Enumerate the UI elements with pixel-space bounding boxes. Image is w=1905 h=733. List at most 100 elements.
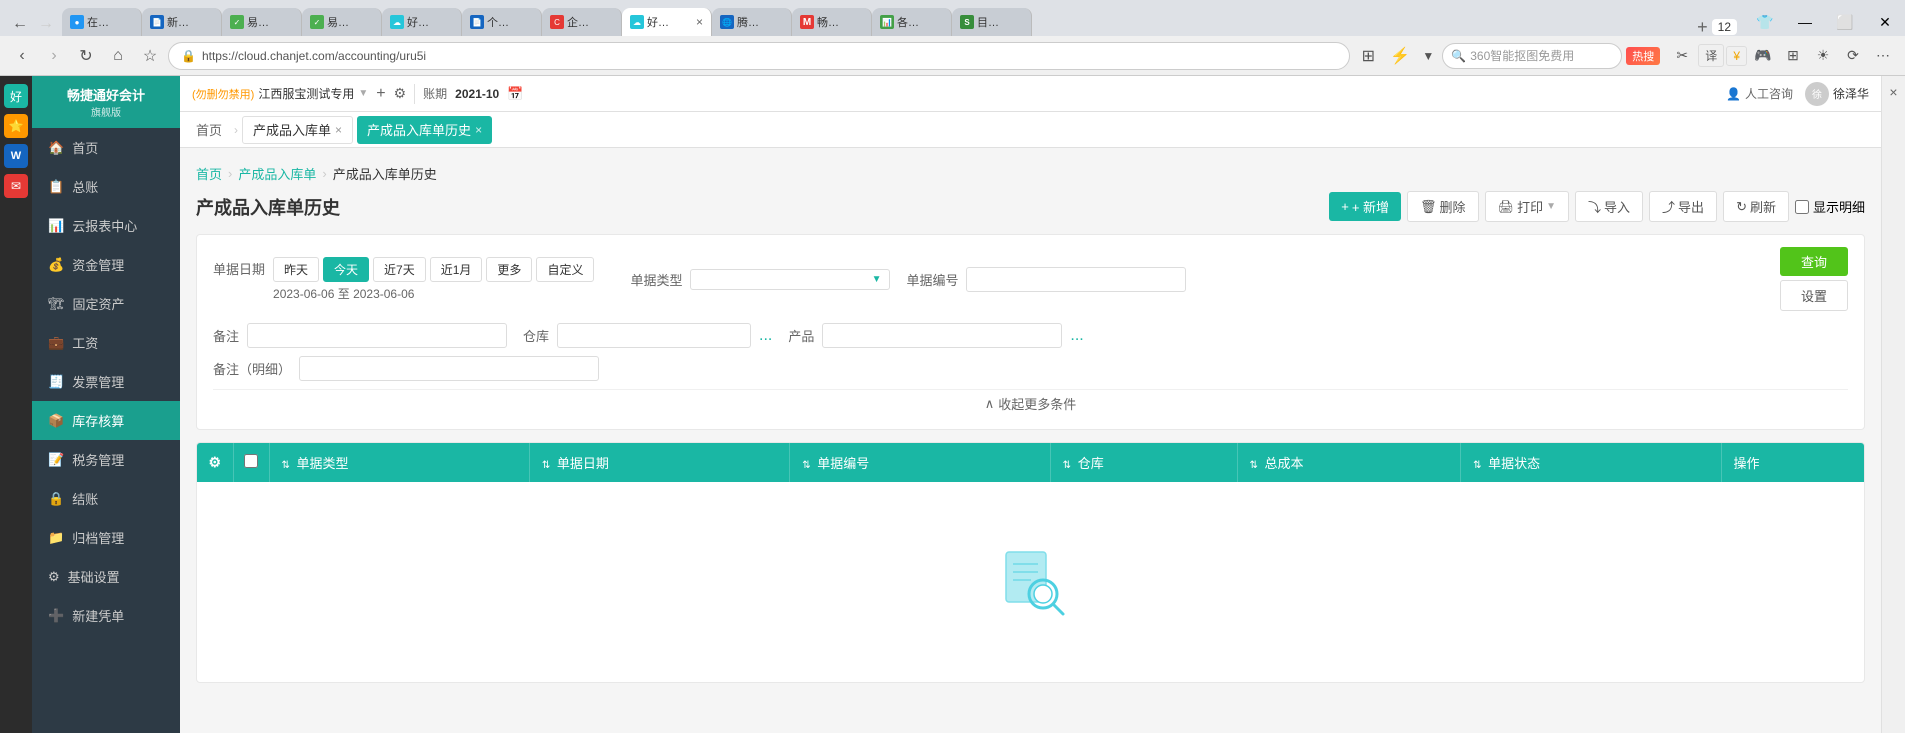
browser-tab-1[interactable]: ● 在… (62, 8, 142, 36)
sidebar-item-invoice[interactable]: 🧾 发票管理 (32, 362, 180, 401)
translate-button[interactable]: 译 (1698, 44, 1724, 67)
new-button[interactable]: + + 新增 (1329, 192, 1401, 221)
forward-button[interactable]: → (34, 12, 58, 36)
minimize-button[interactable]: — (1785, 8, 1825, 36)
bookmark-button[interactable]: ☆ (136, 42, 164, 70)
sidebar-item-salary[interactable]: 💼 工资 (32, 323, 180, 362)
settings-browser-button[interactable]: ⋯ (1869, 47, 1897, 64)
sidebar-item-inventory[interactable]: 📦 库存核算 (32, 401, 180, 440)
warehouse-input[interactable] (557, 323, 751, 348)
show-cols-checkbox[interactable]: 显示明细 (1795, 197, 1865, 216)
ai-consult-button[interactable]: 👤 人工咨询 (1726, 85, 1793, 102)
browser-tab-6[interactable]: 📄 个… (462, 8, 542, 36)
tab-list-close[interactable]: × (335, 123, 342, 137)
date-btn-yesterday[interactable]: 昨天 (273, 257, 319, 282)
gear-icon[interactable]: ⚙ (208, 454, 221, 470)
breadcrumb-list-link[interactable]: 产成品入库单 (238, 164, 316, 183)
user-avatar[interactable]: 徐 徐泽华 (1805, 82, 1869, 106)
app-icon-3[interactable]: W (4, 144, 28, 168)
settings-filter-button[interactable]: 设置 (1780, 280, 1848, 311)
delete-button[interactable]: 🗑 删除 (1407, 191, 1479, 222)
browser-tab-11[interactable]: 📊 各… (872, 8, 952, 36)
browser-tab-4[interactable]: ✓ 易… (302, 8, 382, 36)
date-btn-more[interactable]: 更多 (486, 257, 532, 282)
th-bill-status[interactable]: ⇅ 单据状态 (1461, 443, 1721, 482)
right-panel-close-button[interactable]: × (1889, 84, 1897, 100)
browser-tab-9[interactable]: 🌐 腾… (712, 8, 792, 36)
th-checkbox[interactable] (233, 443, 269, 482)
query-button[interactable]: 查询 (1780, 247, 1848, 276)
add-tab-button[interactable]: + (1697, 18, 1708, 36)
breadcrumb-home-link[interactable]: 首页 (196, 164, 222, 183)
back-button[interactable]: ← (8, 12, 32, 36)
restore-button[interactable]: ⬜ (1825, 8, 1865, 36)
reload-button[interactable]: ↻ (72, 42, 100, 70)
th-gear[interactable]: ⚙ (197, 443, 233, 482)
company-selector[interactable]: (勿删勿禁用) 江西服宝测试专用 ▼ (192, 85, 368, 102)
search-bar[interactable]: 🔍 360智能抠图免费用 (1442, 43, 1622, 69)
app-icon-4[interactable]: ✉ (4, 174, 28, 198)
date-btn-1month[interactable]: 近1月 (430, 257, 483, 282)
export-button[interactable]: ⤴ 导出 (1649, 191, 1717, 222)
browser-tab-12[interactable]: S 目… (952, 8, 1032, 36)
address-bar[interactable]: 🔒 https://cloud.chanjet.com/accounting/u… (168, 42, 1350, 70)
sync-button[interactable]: ⟳ (1839, 47, 1867, 64)
sidebar-item-newbill[interactable]: ➕ 新建凭单 (32, 596, 180, 635)
sidebar-item-ledger[interactable]: 📋 总账 (32, 167, 180, 206)
tab-list[interactable]: 产成品入库单 × (242, 116, 353, 144)
sidebar-item-settings[interactable]: ⚙ 基础设置 (32, 557, 180, 596)
browser-tab-5[interactable]: ☁ 好… (382, 8, 462, 36)
remark-input[interactable] (247, 323, 507, 348)
th-bill-number[interactable]: ⇅ 单据编号 (790, 443, 1050, 482)
company-settings-button[interactable]: ⚙ (394, 85, 407, 102)
sidebar-item-home[interactable]: 🏠 首页 (32, 128, 180, 167)
date-btn-7days[interactable]: 近7天 (373, 257, 426, 282)
shirt-icon[interactable]: 👕 (1745, 8, 1785, 36)
sidebar-item-report[interactable]: 📊 云报表中心 (32, 206, 180, 245)
collapse-filter-button[interactable]: ∧ 收起更多条件 (985, 394, 1077, 413)
apps-button[interactable]: ⊞ (1779, 47, 1807, 64)
calendar-button[interactable]: 📅 (507, 86, 523, 102)
add-company-button[interactable]: + (376, 85, 385, 103)
th-warehouse[interactable]: ⇅ 仓库 (1050, 443, 1237, 482)
grid-button[interactable]: ⊞ (1354, 42, 1382, 70)
close-button[interactable]: ✕ (1865, 8, 1905, 36)
breadcrumb-home[interactable]: 首页 (188, 116, 230, 143)
import-button[interactable]: ⤵ 导入 (1575, 191, 1643, 222)
tab-close-8[interactable]: × (696, 15, 703, 29)
browser-tab-10[interactable]: M 畅… (792, 8, 872, 36)
remark-detail-input[interactable] (299, 356, 599, 381)
print-button[interactable]: 🖨 打印 ▼ (1485, 191, 1569, 222)
sidebar-item-funds[interactable]: 💰 资金管理 (32, 245, 180, 284)
date-btn-custom[interactable]: 自定义 (536, 257, 594, 282)
select-all-checkbox[interactable] (244, 454, 258, 468)
tab-history[interactable]: 产成品入库单历史 × (357, 116, 492, 144)
browser-tab-2[interactable]: 📄 新… (142, 8, 222, 36)
refresh-button[interactable]: ↻ 刷新 (1723, 191, 1789, 222)
sidebar-item-assets[interactable]: 🏗 固定资产 (32, 284, 180, 323)
product-input[interactable] (822, 323, 1062, 348)
theme-button[interactable]: ☀ (1809, 47, 1837, 64)
nav-logo[interactable]: 畅捷通好会计 旗舰版 (32, 76, 180, 128)
tab-history-close[interactable]: × (475, 123, 482, 137)
bill-type-select[interactable]: ▼ (690, 269, 890, 290)
date-btn-today[interactable]: 今天 (323, 257, 369, 282)
app-icon-main[interactable]: 好 (4, 84, 28, 108)
browser-tab-8[interactable]: ☁ 好… × (622, 8, 712, 36)
warehouse-dots[interactable]: ... (759, 327, 772, 345)
scissors-button[interactable]: ✂ (1668, 47, 1696, 64)
nav-back-button[interactable]: ‹ (8, 42, 36, 70)
home-nav-button[interactable]: ⌂ (104, 42, 132, 70)
bill-number-input[interactable] (966, 267, 1186, 292)
product-dots[interactable]: ... (1070, 327, 1083, 345)
nav-forward-button[interactable]: › (40, 42, 68, 70)
lightning-button[interactable]: ⚡ (1386, 42, 1414, 70)
th-bill-date[interactable]: ⇅ 单据日期 (529, 443, 789, 482)
th-bill-type[interactable]: ⇅ 单据类型 (269, 443, 529, 482)
th-total-cost[interactable]: ⇅ 总成本 (1237, 443, 1461, 482)
browser-tab-3[interactable]: ✓ 易… (222, 8, 302, 36)
game-button[interactable]: 🎮 (1749, 47, 1777, 64)
sidebar-item-tax[interactable]: 📝 税务管理 (32, 440, 180, 479)
app-icon-2[interactable]: ⭐ (4, 114, 28, 138)
sidebar-item-archive[interactable]: 📁 归档管理 (32, 518, 180, 557)
